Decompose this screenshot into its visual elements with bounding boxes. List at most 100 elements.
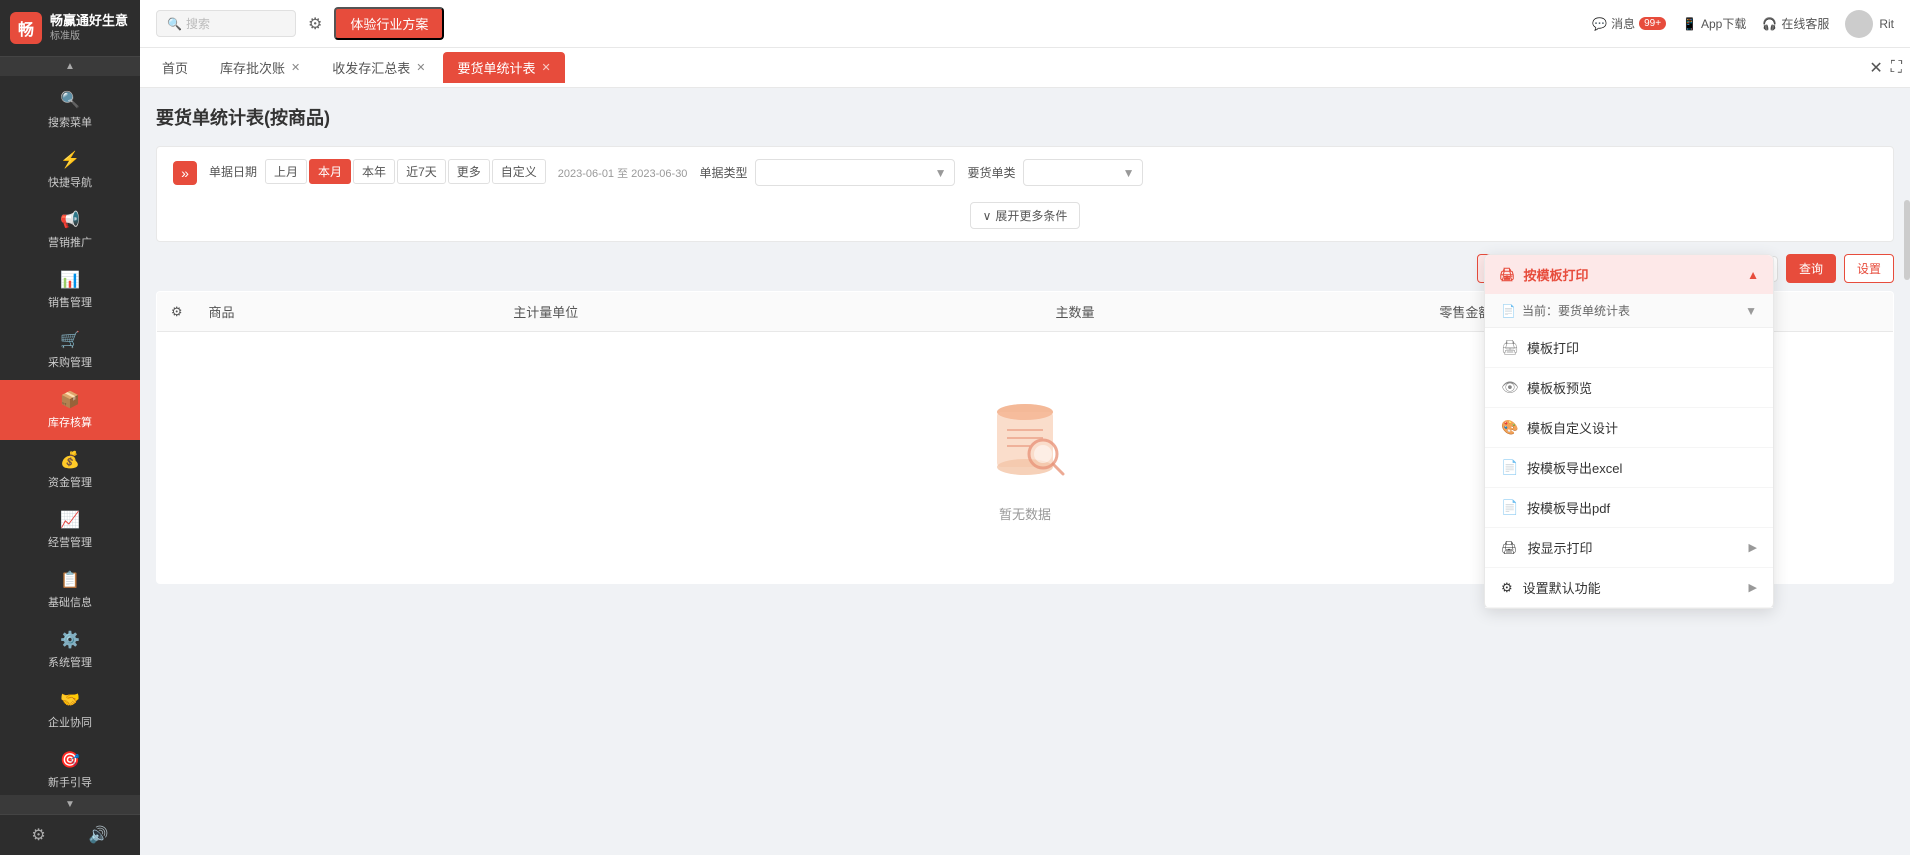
close-tab-receipt-summary[interactable]: ✕ [416,61,425,74]
set-default-left: ⚙ 设置默认功能 [1501,578,1601,597]
toolbar: 🖨 按模板打印 ▲ ⬆ 导出 ↻ 刷新 ··· 查询 设置 [156,254,1894,283]
message-icon: 💬 [1592,17,1607,31]
template-design-item[interactable]: 🎨 模板自定义设计 [1485,408,1773,448]
app-download-action[interactable]: 📱 App下载 [1682,15,1746,32]
template-excel-item[interactable]: 📄 按模板导出excel [1485,448,1773,488]
print-dropdown-header-left: 🖨 按模板打印 [1499,265,1589,284]
tab-order-stats[interactable]: 要货单统计表 ✕ [443,52,564,83]
order-type-select[interactable]: ▼ [1023,159,1143,186]
sidebar-item-inventory[interactable]: 📦 库存核算 [0,380,140,440]
sidebar-item-basic[interactable]: 📋 基础信息 [0,560,140,620]
settings-button[interactable]: 设置 [1844,254,1894,283]
print-dropdown-header[interactable]: 🖨 按模板打印 ▲ [1485,255,1773,294]
inventory-icon: 📦 [60,390,80,410]
search-box[interactable]: 🔍 搜索 [156,10,296,37]
online-service-action[interactable]: 🎧 在线客服 [1762,15,1829,32]
logo-text: 畅赢通好生意 标准版 [50,13,128,43]
template-preview-icon: 👁 [1501,379,1517,396]
sidebar-item-finance[interactable]: 💰 资金管理 [0,440,140,500]
sidebar-item-purchase[interactable]: 🛒 采购管理 [0,320,140,380]
tab-home[interactable]: 首页 [148,52,202,83]
sidebar-item-search[interactable]: 🔍 搜索菜单 [0,80,140,140]
table-settings-icon[interactable]: ⚙ [171,304,183,319]
sidebar-item-system[interactable]: ⚙️ 系统管理 [0,620,140,680]
sidebar-item-marketing[interactable]: 📢 营销推广 [0,200,140,260]
finance-icon: 💰 [60,450,80,470]
last-7days-btn[interactable]: 近7天 [397,159,446,184]
doc-type-label: 单据类型 [699,164,747,181]
query-button[interactable]: 查询 [1786,254,1836,283]
resize-handle[interactable] [1904,200,1910,280]
current-template-row: 📄 当前：要货单统计表 ▼ [1501,302,1757,319]
purchase-icon: 🛒 [60,330,80,350]
set-default-arrow-icon: ▶ [1749,581,1757,594]
sidebar-scroll-down[interactable]: ▼ [0,795,140,814]
operation-icon: 📈 [60,510,80,530]
print-dropdown-close-icon[interactable]: ▲ [1747,268,1759,282]
date-filter-group: 单据日期 上月 本月 本年 近7天 更多 自定义 2023-06-01 至 20… [209,159,687,184]
service-icon: 🎧 [1762,17,1777,31]
expand-more-button[interactable]: ∨ 展开更多条件 [970,202,1081,229]
settings-footer-icon[interactable]: ⚙ [31,825,45,845]
page-content: 要货单统计表(按商品) » 单据日期 上月 本月 本年 近7天 更多 自定义 2… [140,88,1910,855]
this-month-btn[interactable]: 本月 [309,159,351,184]
topbar: 🔍 搜索 ⚙ 体验行业方案 💬 消息 99+ 📱 App下载 🎧 在线客服 Ri… [140,0,1910,48]
doc-type-value [764,164,930,181]
search-icon: 🔍 [60,90,80,110]
last-month-btn[interactable]: 上月 [265,159,307,184]
more-date-btn[interactable]: 更多 [448,159,490,184]
expand-window-btn[interactable]: ⛶ [1891,59,1902,77]
close-window-btn[interactable]: ✕ [1869,58,1882,78]
trial-button[interactable]: 体验行业方案 [334,7,444,40]
marketing-icon: 📢 [60,210,80,230]
display-print-arrow-icon: ▶ [1749,541,1757,554]
sidebar-item-sales[interactable]: 📊 销售管理 [0,260,140,320]
doc-type-select[interactable]: ▼ [755,159,955,186]
sidebar-item-corp[interactable]: 🤝 企业协同 [0,680,140,740]
order-type-arrow-icon: ▼ [1123,166,1135,180]
sidebar-item-newbie[interactable]: 🎯 新手引导 [0,740,140,795]
tabbar: 首页 库存批次账 ✕ 收发存汇总表 ✕ 要货单统计表 ✕ ✕ ⛶ [140,48,1910,88]
display-print-icon: 🖨 [1501,540,1518,556]
newbie-icon: 🎯 [60,750,80,770]
print-header-icon: 🖨 [1499,267,1516,283]
display-print-item[interactable]: 🖨 按显示打印 ▶ [1485,528,1773,568]
template-print-icon: 🖨 [1501,339,1517,356]
page-title: 要货单统计表(按商品) [156,104,1894,130]
sidebar-scroll-up[interactable]: ▲ [0,57,140,76]
display-print-left: 🖨 按显示打印 [1501,538,1593,557]
sidebar-item-quick-nav[interactable]: ⚡ 快捷导航 [0,140,140,200]
order-type-label: 要货单类 [967,164,1015,181]
template-print-item[interactable]: 🖨 模板打印 [1485,328,1773,368]
this-year-btn[interactable]: 本年 [353,159,395,184]
set-default-item[interactable]: ⚙ 设置默认功能 ▶ [1485,568,1773,608]
settings-gear-icon[interactable]: ⚙ [308,14,322,34]
username: Rit [1879,17,1894,31]
filter-expand-button[interactable]: » [173,161,197,185]
date-range-display: 2023-06-01 至 2023-06-30 [558,165,688,181]
empty-illustration [975,392,1075,492]
close-tab-inventory-batch[interactable]: ✕ [291,61,300,74]
tab-inventory-batch[interactable]: 库存批次账 ✕ [206,52,314,83]
template-pdf-item[interactable]: 📄 按模板导出pdf [1485,488,1773,528]
sound-footer-icon[interactable]: 🔊 [89,825,109,845]
close-tab-order-stats[interactable]: ✕ [542,61,551,74]
table-header-settings[interactable]: ⚙ [157,292,197,332]
corp-icon: 🤝 [60,690,80,710]
user-profile[interactable]: Rit [1845,10,1894,38]
custom-date-btn[interactable]: 自定义 [492,159,546,184]
filter-bar: » 单据日期 上月 本月 本年 近7天 更多 自定义 2023-06-01 至 … [156,146,1894,242]
sales-icon: 📊 [60,270,80,290]
expand-chevron-icon: ∨ [983,209,992,223]
table-header-product: 商品 [197,292,502,332]
system-icon: ⚙️ [60,630,80,650]
current-template-icon: 📄 [1501,304,1516,318]
template-preview-item[interactable]: 👁 模板板预览 [1485,368,1773,408]
tab-receipt-summary[interactable]: 收发存汇总表 ✕ [318,52,439,83]
sidebar-footer: ⚙ 🔊 [0,814,140,855]
search-icon-top: 🔍 [167,17,182,31]
doc-type-arrow-icon: ▼ [935,166,947,180]
sidebar-item-operation[interactable]: 📈 经营管理 [0,500,140,560]
logo-icon: 畅 [10,12,42,44]
message-action[interactable]: 💬 消息 99+ [1592,15,1666,32]
